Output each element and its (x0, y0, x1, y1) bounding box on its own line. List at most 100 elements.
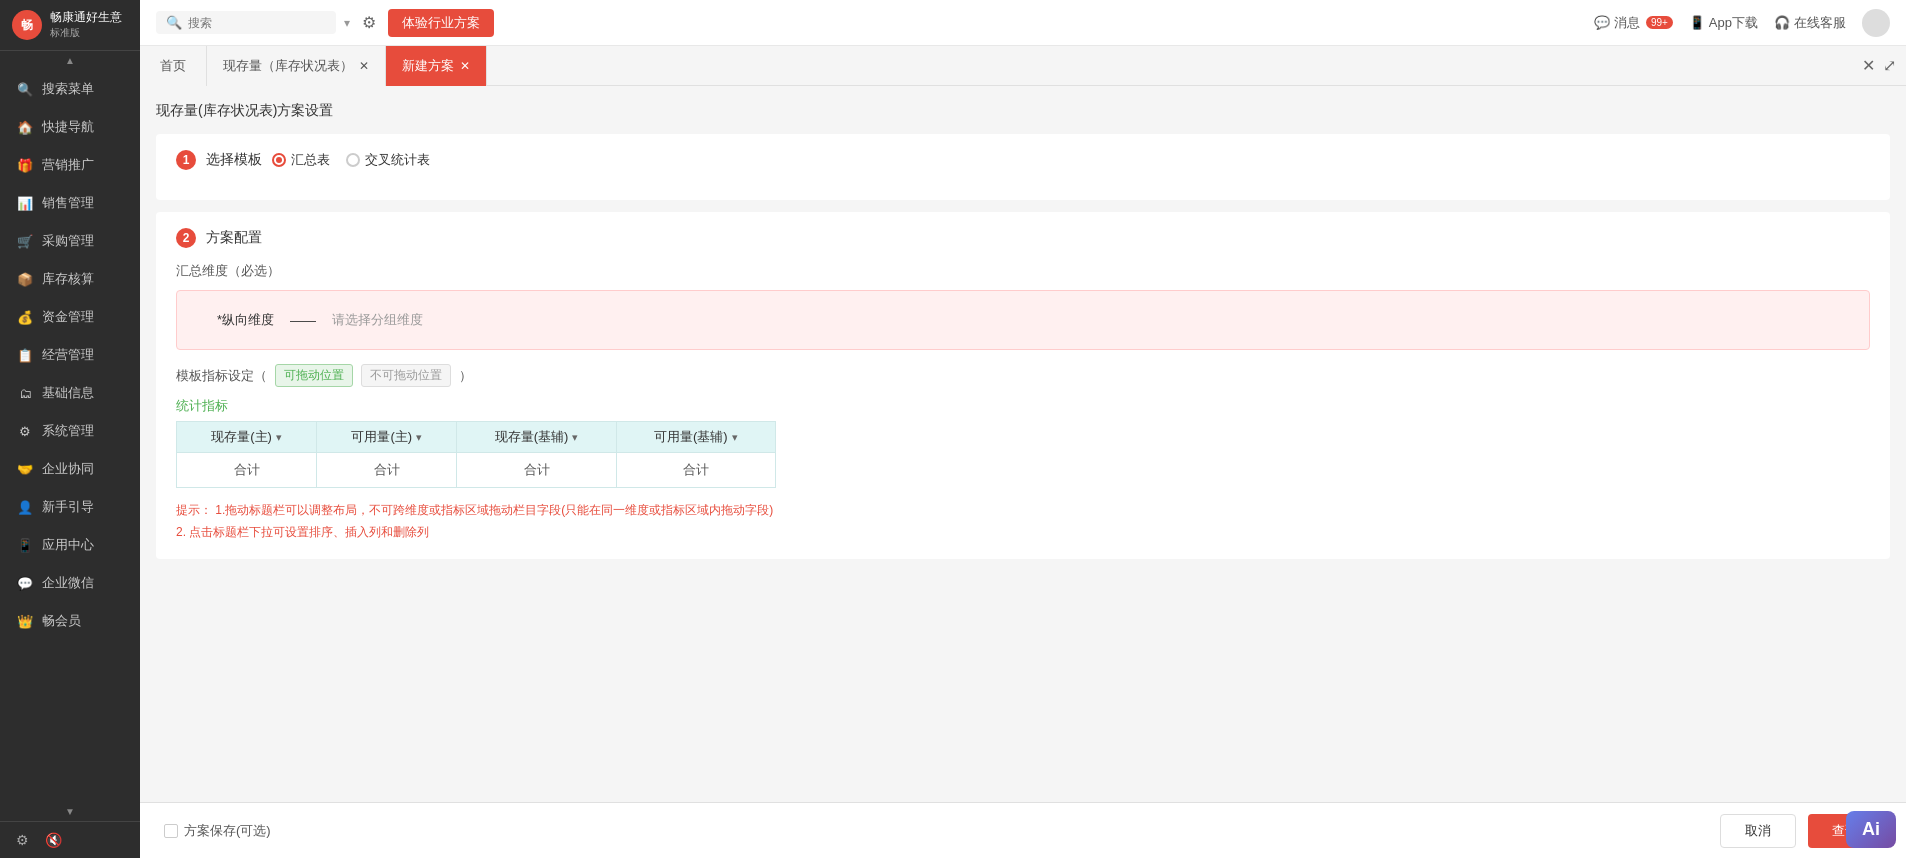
cancel-button[interactable]: 取消 (1720, 814, 1796, 848)
tab-new-plan[interactable]: 新建方案 ✕ (386, 46, 487, 86)
user-avatar[interactable] (1862, 9, 1890, 37)
sidebar-scroll-up[interactable]: ▲ (0, 51, 140, 70)
sidebar-item-finance[interactable]: 💰 资金管理 (0, 298, 140, 336)
tab-inventory-status[interactable]: 现存量（库存状况表） ✕ (207, 46, 386, 86)
settings-bottom-icon[interactable]: ⚙ (16, 832, 29, 848)
mute-bottom-icon[interactable]: 🔇 (45, 832, 62, 848)
sidebar-item-membership[interactable]: 👑 畅会员 (0, 602, 140, 640)
topbar-search-box[interactable]: 🔍 (156, 11, 336, 34)
operations-icon: 📋 (16, 346, 34, 364)
col-available-main-dropdown-icon[interactable]: ▾ (416, 431, 422, 444)
app-download-label: App下载 (1709, 14, 1758, 32)
ai-badge-label: Ai (1862, 819, 1880, 839)
sidebar-item-label: 资金管理 (42, 308, 94, 326)
sidebar-bottom: ⚙ 🔇 (0, 821, 140, 858)
sidebar-item-label: 系统管理 (42, 422, 94, 440)
tab-inventory-close-icon[interactable]: ✕ (359, 59, 369, 73)
sidebar-item-operations[interactable]: 📋 经营管理 (0, 336, 140, 374)
tabs-bar: 首页 现存量（库存状况表） ✕ 新建方案 ✕ ✕ ⤢ (140, 46, 1906, 86)
step1-label: 选择模板 (206, 151, 262, 169)
tab-home[interactable]: 首页 (140, 46, 207, 86)
trial-btn[interactable]: 体验行业方案 (388, 9, 494, 37)
radio-cross-label: 交叉统计表 (365, 151, 430, 169)
template-radio-group: 汇总表 交叉统计表 (272, 151, 430, 169)
messages-label: 消息 (1614, 14, 1640, 32)
dimension-placeholder[interactable]: 请选择分组维度 (332, 311, 423, 329)
sidebar-item-label: 畅会员 (42, 612, 81, 630)
search-input[interactable] (188, 16, 308, 30)
system-icon: ⚙ (16, 422, 34, 440)
cell-base-stock-summary: 合计 (457, 453, 616, 488)
sidebar-item-label: 库存核算 (42, 270, 94, 288)
radio-summary-label: 汇总表 (291, 151, 330, 169)
dimension-title: 汇总维度（必选） (176, 262, 1870, 280)
ai-badge[interactable]: Ai (1846, 811, 1896, 848)
app-version: 标准版 (50, 26, 122, 40)
mobile-icon: 📱 (1689, 15, 1705, 30)
search-dropdown-icon[interactable]: ▾ (344, 16, 350, 30)
sidebar-item-sales[interactable]: 📊 销售管理 (0, 184, 140, 222)
save-option[interactable]: 方案保存(可选) (164, 822, 271, 840)
sidebar-item-label: 基础信息 (42, 384, 94, 402)
tab-home-label: 首页 (160, 57, 186, 75)
sidebar-scroll-down[interactable]: ▼ (0, 802, 140, 821)
radio-summary[interactable]: 汇总表 (272, 151, 330, 169)
sidebar-item-quick-nav[interactable]: 🏠 快捷导航 (0, 108, 140, 146)
tab-new-plan-close-icon[interactable]: ✕ (460, 59, 470, 73)
tips-line2: 2. 点击标题栏下拉可设置排序、插入列和删除列 (176, 522, 1870, 544)
sidebar-item-marketing[interactable]: 🎁 营销推广 (0, 146, 140, 184)
stats-section: 统计指标 现存量(主) ▾ 可用量 (176, 397, 1870, 488)
messages-item[interactable]: 💬 消息 99+ (1594, 14, 1673, 32)
dimension-area: *纵向维度 —— 请选择分组维度 (176, 290, 1870, 350)
sidebar-item-label: 销售管理 (42, 194, 94, 212)
non-draggable-badge: 不可拖动位置 (361, 364, 451, 387)
main-area: 🔍 ▾ ⚙ 体验行业方案 💬 消息 99+ 📱 App下载 🎧 在线客服 (140, 0, 1906, 858)
sidebar-item-purchase[interactable]: 🛒 采购管理 (0, 222, 140, 260)
sidebar-item-inventory[interactable]: 📦 库存核算 (0, 260, 140, 298)
appstore-icon: 📱 (16, 536, 34, 554)
messages-badge: 99+ (1646, 16, 1673, 29)
col-main-stock-dropdown-icon[interactable]: ▾ (276, 431, 282, 444)
dimension-dash: —— (290, 313, 316, 328)
col-main-stock[interactable]: 现存量(主) ▾ (177, 422, 317, 453)
footer-bar: 方案保存(可选) 取消 查询 (140, 802, 1906, 858)
col-available-base[interactable]: 可用量(基辅) ▾ (616, 422, 775, 453)
sidebar-item-label: 企业协同 (42, 460, 94, 478)
sidebar-item-search-menu[interactable]: 🔍 搜索菜单 (0, 70, 140, 108)
sidebar-item-wechat[interactable]: 💬 企业微信 (0, 564, 140, 602)
col-base-stock-label: 现存量(基辅) (495, 428, 569, 446)
col-base-stock-dropdown-icon[interactable]: ▾ (572, 431, 578, 444)
col-available-base-dropdown-icon[interactable]: ▾ (732, 431, 738, 444)
sidebar-item-appstore[interactable]: 📱 应用中心 (0, 526, 140, 564)
step2-header: 2 方案配置 (176, 228, 1870, 248)
col-base-stock[interactable]: 现存量(基辅) ▾ (457, 422, 616, 453)
expand-tab-control-icon[interactable]: ⤢ (1883, 56, 1896, 75)
tips-section: 提示： 1.拖动标题栏可以调整布局，不可跨维度或指标区域拖动栏目字段(只能在同一… (176, 500, 1870, 543)
step1-num: 1 (176, 150, 196, 170)
sidebar: 畅 畅康通好生意 标准版 ▲ 🔍 搜索菜单 🏠 快捷导航 🎁 营销推广 📊 销售… (0, 0, 140, 858)
close-tab-control-icon[interactable]: ✕ (1862, 56, 1875, 75)
sidebar-item-basics[interactable]: 🗂 基础信息 (0, 374, 140, 412)
sidebar-item-guide[interactable]: 👤 新手引导 (0, 488, 140, 526)
step1-header: 1 选择模板 汇总表 交叉统计表 (176, 150, 1870, 170)
save-checkbox[interactable] (164, 824, 178, 838)
search-icon: 🔍 (166, 15, 182, 30)
page-title: 现存量(库存状况表)方案设置 (156, 102, 1890, 120)
sidebar-item-system[interactable]: ⚙ 系统管理 (0, 412, 140, 450)
col-available-main[interactable]: 可用量(主) ▾ (317, 422, 457, 453)
app-name: 畅康通好生意 (50, 10, 122, 26)
stats-title: 统计指标 (176, 397, 1870, 415)
radio-cross-dot (346, 153, 360, 167)
app-download-item[interactable]: 📱 App下载 (1689, 14, 1758, 32)
online-service-item[interactable]: 🎧 在线客服 (1774, 14, 1846, 32)
sales-icon: 📊 (16, 194, 34, 212)
topbar-settings-icon[interactable]: ⚙ (362, 13, 376, 32)
tips-line1: 提示： 1.拖动标题栏可以调整布局，不可跨维度或指标区域拖动栏目字段(只能在同一… (176, 500, 1870, 522)
quick-nav-icon: 🏠 (16, 118, 34, 136)
tab-inventory-status-label: 现存量（库存状况表） (223, 57, 353, 75)
finance-icon: 💰 (16, 308, 34, 326)
sidebar-item-coop[interactable]: 🤝 企业协同 (0, 450, 140, 488)
sidebar-item-label: 企业微信 (42, 574, 94, 592)
radio-cross[interactable]: 交叉统计表 (346, 151, 430, 169)
marketing-icon: 🎁 (16, 156, 34, 174)
